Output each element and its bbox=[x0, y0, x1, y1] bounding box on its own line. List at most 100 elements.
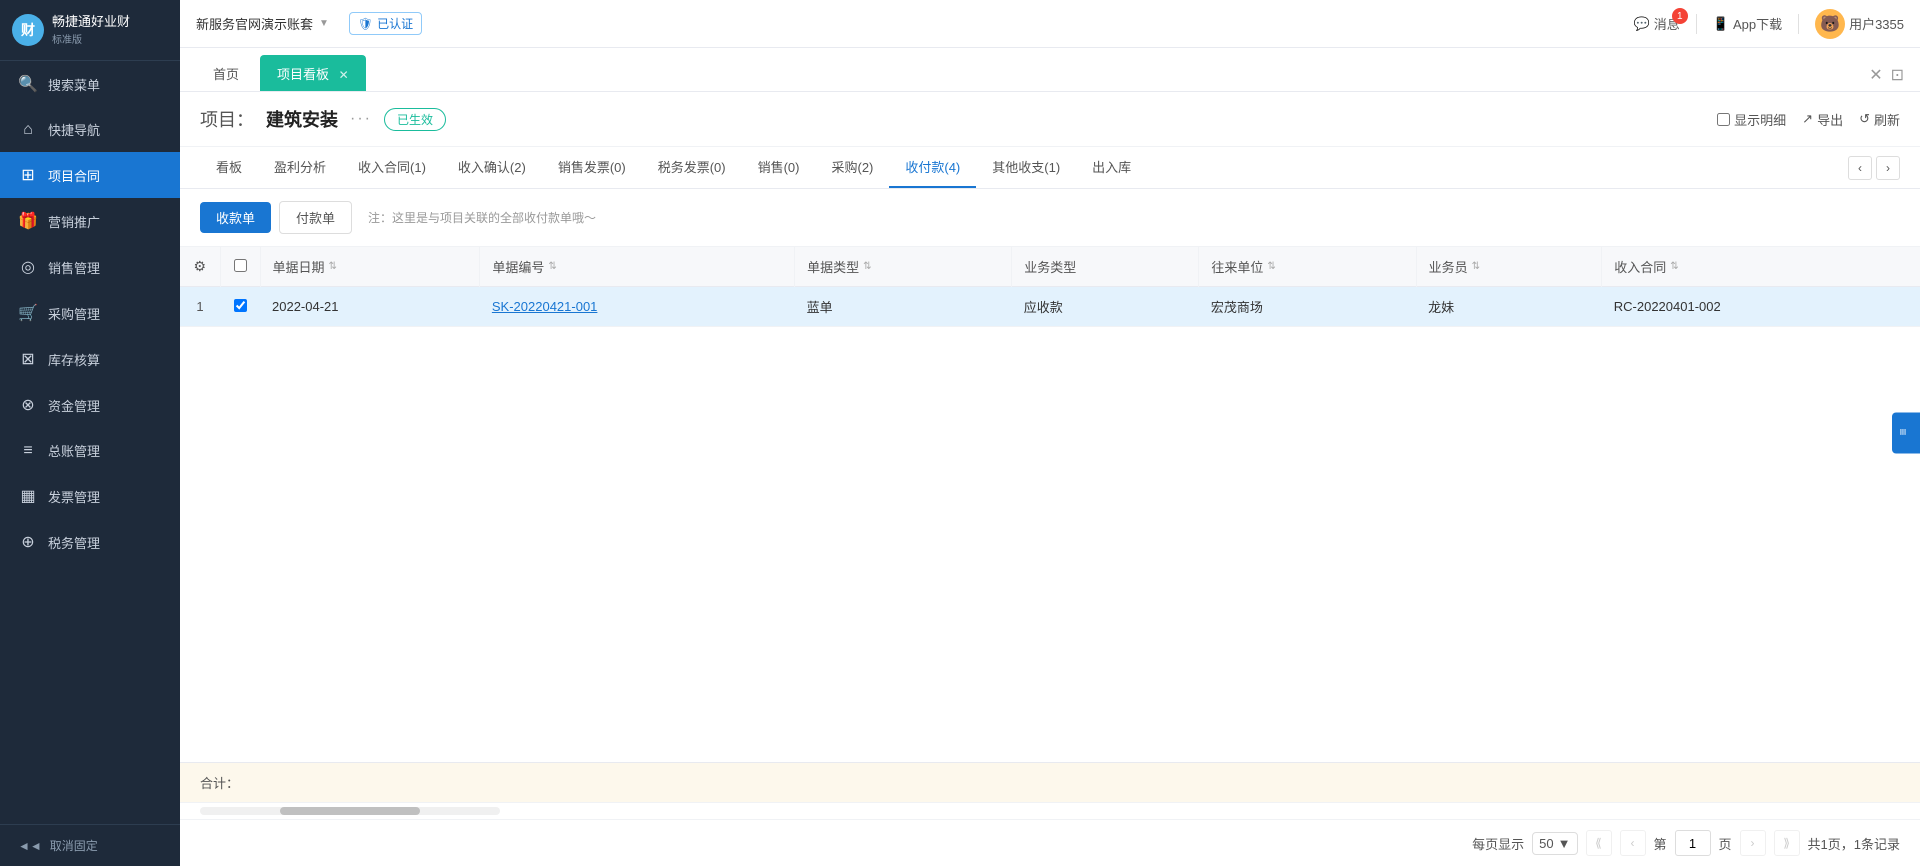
page-size-arrow: ▼ bbox=[1558, 836, 1571, 851]
app-download-btn[interactable]: 📱 App下载 bbox=[1713, 14, 1782, 33]
horizontal-scrollbar[interactable] bbox=[200, 807, 500, 815]
sub-tab-in-out[interactable]: 出入库 bbox=[1076, 147, 1147, 188]
sub-tab-purchase[interactable]: 采购(2) bbox=[815, 147, 889, 188]
project-header-right: 显示明细 ↗ 导出 ↺ 刷新 bbox=[1717, 110, 1900, 129]
payment-btn[interactable]: 付款单 bbox=[279, 201, 352, 234]
sub-tabs-next-btn[interactable]: › bbox=[1876, 156, 1900, 180]
certified-badge: 🛡 已认证 bbox=[349, 12, 422, 35]
logo-icon: 财 bbox=[12, 14, 44, 46]
table-row[interactable]: 1 2022-04-21 SK-20220421-001 蓝单 应收款 宏茂商场… bbox=[180, 287, 1920, 327]
select-all-checkbox[interactable] bbox=[234, 259, 247, 272]
cancel-fixed-btn[interactable]: ◄◄ 取消固定 bbox=[0, 824, 180, 866]
pagination-prev-btn[interactable]: ‹ bbox=[1620, 830, 1646, 856]
pagination-last-btn[interactable]: ⟫ bbox=[1774, 830, 1800, 856]
page-number-input[interactable] bbox=[1675, 830, 1711, 856]
page-label: 第 bbox=[1654, 834, 1667, 853]
sort-icon-type: ⇅ bbox=[863, 261, 871, 272]
maximize-window-btn[interactable]: ⊡ bbox=[1891, 65, 1904, 85]
ledger-icon: ≡ bbox=[18, 442, 38, 460]
col-partner: 往来单位 ⇅ bbox=[1199, 247, 1416, 287]
show-detail-checkbox[interactable] bbox=[1717, 113, 1730, 126]
row-salesperson: 龙妹 bbox=[1416, 287, 1602, 327]
sidebar-item-search[interactable]: 🔍 搜索菜单 bbox=[0, 61, 180, 107]
close-window-btn[interactable]: ✕ bbox=[1869, 65, 1882, 85]
avatar: 🐻 bbox=[1815, 9, 1845, 39]
tab-project-board[interactable]: 项目看板 ✕ bbox=[260, 55, 366, 91]
sub-tabs-prev-btn[interactable]: ‹ bbox=[1848, 156, 1872, 180]
sub-tab-income-confirm[interactable]: 收入确认(2) bbox=[442, 147, 542, 188]
project-name: 建筑安装 bbox=[266, 106, 338, 132]
page-size-selector[interactable]: 50 ▼ bbox=[1532, 832, 1577, 855]
message-icon: 💬 bbox=[1634, 16, 1650, 32]
refresh-btn[interactable]: ↺ 刷新 bbox=[1859, 110, 1900, 129]
account-selector[interactable]: 新服务官网演示账套 ▼ bbox=[196, 14, 329, 33]
col-number: 单据编号 ⇅ bbox=[480, 247, 795, 287]
show-detail-toggle[interactable]: 显示明细 bbox=[1717, 110, 1786, 129]
sub-tabs: 看板 盈利分析 收入合同(1) 收入确认(2) 销售发票(0) 税务发票(0) … bbox=[180, 147, 1920, 189]
refresh-icon: ↺ bbox=[1859, 111, 1870, 127]
content-actions: 收款单 付款单 注：这里是与项目关联的全部收付款单哦～ bbox=[180, 189, 1920, 247]
pagination-next-btn[interactable]: › bbox=[1740, 830, 1766, 856]
tab-home[interactable]: 首页 bbox=[196, 55, 256, 91]
table-container: ⚙ 单据日期 ⇅ 单据编号 bbox=[180, 247, 1920, 762]
sub-tab-receipt[interactable]: 收付款(4) bbox=[889, 147, 976, 188]
topbar-left: 新服务官网演示账套 ▼ 🛡 已认证 bbox=[196, 12, 1634, 35]
row-type: 蓝单 bbox=[795, 287, 1012, 327]
row-date: 2022-04-21 bbox=[260, 287, 480, 327]
pagination-first-btn[interactable]: ⟪ bbox=[1586, 830, 1612, 856]
message-badge: 1 bbox=[1672, 8, 1688, 24]
sort-icon-number: ⇅ bbox=[548, 261, 556, 272]
export-btn[interactable]: ↗ 导出 bbox=[1802, 110, 1843, 129]
sidebar-item-capital[interactable]: ⊗ 资金管理 bbox=[0, 382, 180, 428]
search-icon: 🔍 bbox=[18, 74, 38, 94]
receipts-table: ⚙ 单据日期 ⇅ 单据编号 bbox=[180, 247, 1920, 327]
sort-icon-partner: ⇅ bbox=[1267, 261, 1275, 272]
sidebar-item-marketing[interactable]: 🎁 营销推广 bbox=[0, 198, 180, 244]
sidebar-item-purchase-mgmt[interactable]: 🛒 采购管理 bbox=[0, 290, 180, 336]
table-footer: 合计： bbox=[180, 762, 1920, 802]
sidebar-item-sales-mgmt[interactable]: ◎ 销售管理 bbox=[0, 244, 180, 290]
sub-tab-other-expense[interactable]: 其他收支(1) bbox=[976, 147, 1076, 188]
row-partner: 宏茂商场 bbox=[1199, 287, 1416, 327]
sub-tab-sales-invoice[interactable]: 销售发票(0) bbox=[542, 147, 642, 188]
total-label: 共1页，1条记录 bbox=[1808, 834, 1900, 853]
tab-close-icon[interactable]: ✕ bbox=[339, 68, 349, 82]
table-checkbox-header bbox=[220, 247, 260, 287]
topbar: 新服务官网演示账套 ▼ 🛡 已认证 💬 消息 1 📱 App下载 🐻 用 bbox=[180, 0, 1920, 48]
receipt-btn[interactable]: 收款单 bbox=[200, 202, 271, 233]
topbar-divider-2 bbox=[1798, 14, 1799, 34]
sidebar-item-project-contract[interactable]: ⊞ 项目合同 bbox=[0, 152, 180, 198]
project-icon: ⊞ bbox=[18, 165, 38, 185]
sub-tab-profit[interactable]: 盈利分析 bbox=[258, 147, 342, 188]
sidebar-item-tax[interactable]: ⊕ 税务管理 bbox=[0, 519, 180, 565]
sidebar-item-ledger[interactable]: ≡ 总账管理 bbox=[0, 428, 180, 473]
sidebar-item-invoice[interactable]: ▦ 发票管理 bbox=[0, 473, 180, 519]
sub-tab-tax-invoice[interactable]: 税务发票(0) bbox=[642, 147, 742, 188]
row-income-contract: RC-20220401-002 bbox=[1602, 287, 1920, 327]
message-btn[interactable]: 💬 消息 1 bbox=[1634, 14, 1680, 33]
project-more-btn[interactable]: ··· bbox=[350, 110, 372, 128]
sort-icon-date: ⇅ bbox=[329, 261, 337, 272]
tabs-bar: 首页 项目看板 ✕ ✕ ⊡ bbox=[180, 48, 1920, 92]
scrollbar-thumb[interactable] bbox=[280, 807, 420, 815]
account-arrow-icon: ▼ bbox=[319, 18, 329, 29]
topbar-right: 💬 消息 1 📱 App下载 🐻 用户3355 bbox=[1634, 9, 1904, 39]
sort-icon-salesperson: ⇅ bbox=[1472, 261, 1480, 272]
row-checkbox[interactable] bbox=[234, 299, 247, 312]
table-settings-icon[interactable]: ⚙ bbox=[193, 258, 206, 274]
sidebar-item-inventory[interactable]: ⊠ 库存核算 bbox=[0, 336, 180, 382]
receipt-number-link[interactable]: SK-20220421-001 bbox=[492, 299, 598, 314]
col-biz-type: 业务类型 bbox=[1012, 247, 1199, 287]
sub-tab-income-contract[interactable]: 收入合同(1) bbox=[342, 147, 442, 188]
sub-tab-sales[interactable]: 销售(0) bbox=[742, 147, 816, 188]
right-panel-btn[interactable]: ≡ bbox=[1892, 412, 1920, 453]
pin-icon: ◄◄ bbox=[18, 839, 42, 853]
scroll-row bbox=[180, 802, 1920, 819]
col-date: 单据日期 ⇅ bbox=[260, 247, 480, 287]
user-profile-btn[interactable]: 🐻 用户3355 bbox=[1815, 9, 1904, 39]
sidebar-item-quick-nav[interactable]: ⌂ 快捷导航 bbox=[0, 107, 180, 152]
col-income-contract: 收入合同 ⇅ bbox=[1602, 247, 1920, 287]
shield-icon: 🛡 bbox=[358, 17, 373, 31]
page-content: 项目： 建筑安装 ··· 已生效 显示明细 ↗ 导出 ↺ 刷新 bbox=[180, 92, 1920, 866]
sub-tab-kanban[interactable]: 看板 bbox=[200, 147, 258, 188]
